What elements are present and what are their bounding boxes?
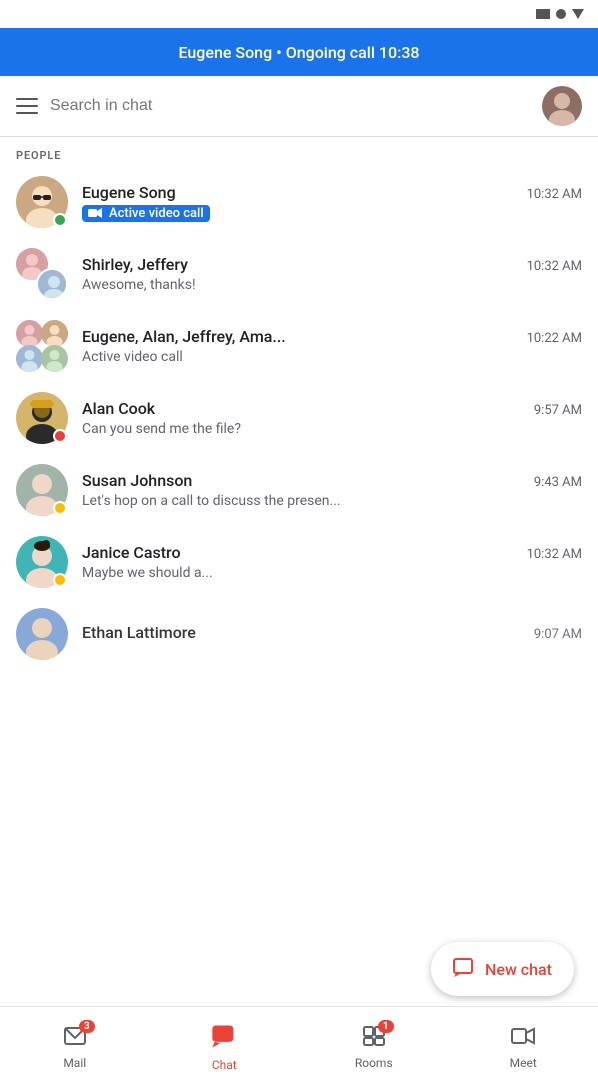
wifi-icon [572, 9, 584, 19]
call-banner-text: Eugene Song • Ongoing call 10:38 [179, 43, 420, 62]
new-chat-label: New chat [485, 960, 552, 979]
mail-badge: 3 [79, 1020, 95, 1033]
chat-name-susan: Susan Johnson [82, 471, 192, 490]
chat-info-susan: Susan Johnson 9:43 AM Let's hop on a cal… [82, 471, 582, 509]
chat-item-group-eugene-alan[interactable]: Eugene, Alan, Jeffrey, Ama... 10:22 AM A… [0, 310, 598, 382]
search-bar [0, 76, 598, 137]
chat-time-eugene: 10:32 AM [527, 187, 582, 202]
avatar-wrap-ethan [16, 608, 68, 660]
meet-icon [511, 1024, 535, 1048]
avatar-group4 [16, 320, 68, 372]
nav-item-meet[interactable]: Meet [449, 1007, 598, 1086]
chat-icon-wrap [210, 1022, 238, 1054]
chat-info-janice: Janice Castro 10:32 AM Maybe we should a… [82, 543, 582, 581]
chat-label: Chat [212, 1058, 237, 1072]
signal-icon [556, 9, 566, 19]
new-chat-icon [453, 956, 475, 982]
chat-preview-alan: Can you send me the file? [82, 421, 582, 437]
chat-time-group-eugene: 10:22 AM [527, 331, 582, 346]
chat-time-janice: 10:32 AM [527, 547, 582, 562]
meet-label: Meet [510, 1056, 537, 1070]
chat-item-alan-cook[interactable]: Alan Cook 9:57 AM Can you send me the fi… [0, 382, 598, 454]
chat-time-susan: 9:43 AM [534, 475, 582, 490]
rooms-icon-wrap: 1 [362, 1024, 386, 1052]
chat-info-shirley: Shirley, Jeffery 10:32 AM Awesome, thank… [82, 255, 582, 293]
bottom-nav: 3 Mail Chat 1 Rooms [0, 1006, 598, 1086]
chat-info-eugene: Eugene Song 10:32 AM Active video call [82, 183, 582, 222]
status-bar [0, 0, 598, 28]
chat-item-janice-castro[interactable]: Janice Castro 10:32 AM Maybe we should a… [0, 526, 598, 598]
avatar-group-shirley-jeffery [16, 248, 68, 300]
chat-preview-eugene: Active video call [82, 205, 582, 222]
chat-name-janice: Janice Castro [82, 543, 181, 562]
chat-info-alan: Alan Cook 9:57 AM Can you send me the fi… [82, 399, 582, 437]
menu-button[interactable] [16, 98, 38, 114]
call-banner[interactable]: Eugene Song • Ongoing call 10:38 [0, 28, 598, 76]
chat-item-ethan-lattimore[interactable]: Ethan Lattimore 9:07 AM [0, 598, 598, 670]
avatar-wrap-janice [16, 536, 68, 588]
chat-item-susan-johnson[interactable]: Susan Johnson 9:43 AM Let's hop on a cal… [0, 454, 598, 526]
nav-item-chat[interactable]: Chat [150, 1007, 300, 1086]
status-dot-alan [53, 429, 67, 443]
nav-item-rooms[interactable]: 1 Rooms [299, 1007, 449, 1086]
chat-item-eugene-song[interactable]: Eugene Song 10:32 AM Active video call [0, 166, 598, 238]
avatar-wrap-eugene [16, 176, 68, 228]
chat-time-alan: 9:57 AM [534, 403, 582, 418]
status-dot-eugene [53, 213, 67, 227]
chat-name-group-eugene: Eugene, Alan, Jeffrey, Ama... [82, 327, 286, 346]
chat-preview-susan: Let's hop on a call to discuss the prese… [82, 493, 582, 509]
chat-name-alan: Alan Cook [82, 399, 155, 418]
chat-name-shirley: Shirley, Jeffery [82, 255, 188, 274]
chat-preview-group-eugene: Active video call [82, 349, 582, 365]
status-dot-susan [53, 501, 67, 515]
chat-list: Eugene Song 10:32 AM Active video call [0, 166, 598, 670]
status-dot-janice [53, 573, 67, 587]
rooms-badge: 1 [378, 1020, 394, 1033]
chat-info-group-eugene: Eugene, Alan, Jeffrey, Ama... 10:22 AM A… [82, 327, 582, 365]
rooms-label: Rooms [355, 1056, 393, 1070]
chat-preview-shirley: Awesome, thanks! [82, 277, 582, 293]
nav-item-mail[interactable]: 3 Mail [0, 1007, 150, 1086]
chat-name-ethan: Ethan Lattimore [82, 623, 196, 642]
chat-time-shirley: 10:32 AM [527, 259, 582, 274]
mail-icon-wrap: 3 [63, 1024, 87, 1052]
user-avatar[interactable] [542, 86, 582, 126]
new-chat-fab[interactable]: New chat [431, 942, 574, 996]
chat-time-ethan: 9:07 AM [534, 627, 582, 642]
chat-info-ethan: Ethan Lattimore 9:07 AM [82, 623, 582, 645]
avatar-wrap-alan [16, 392, 68, 444]
chat-nav-icon [210, 1022, 238, 1050]
search-input[interactable] [50, 97, 530, 115]
video-call-badge: Active video call [82, 205, 210, 222]
chat-preview-janice: Maybe we should a... [82, 565, 582, 581]
battery-icon [536, 9, 550, 19]
mail-label: Mail [63, 1056, 86, 1070]
chat-item-shirley-jeffery[interactable]: Shirley, Jeffery 10:32 AM Awesome, thank… [0, 238, 598, 310]
meet-icon-wrap [511, 1024, 535, 1052]
chat-name-eugene: Eugene Song [82, 183, 176, 202]
avatar-wrap-susan [16, 464, 68, 516]
people-section-label: PEOPLE [0, 137, 598, 166]
avatar-ethan-lattimore [16, 608, 68, 660]
